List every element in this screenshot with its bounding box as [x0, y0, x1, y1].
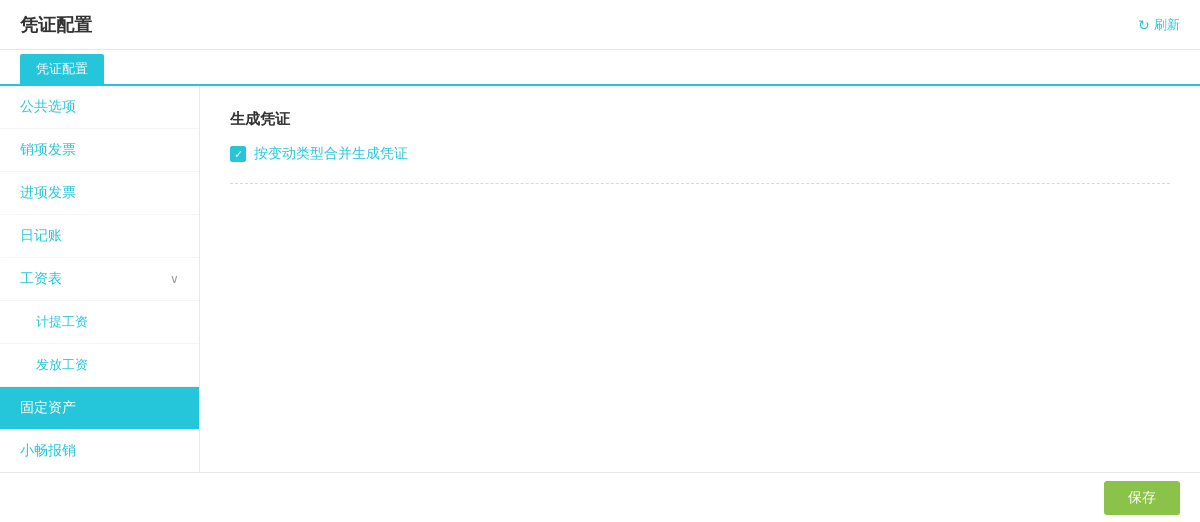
page-footer: 保存 — [0, 472, 1200, 522]
refresh-icon: ↻ — [1138, 17, 1150, 33]
page-header: 凭证配置 ↻ 刷新 — [0, 0, 1200, 50]
checkbox-label[interactable]: 按变动类型合并生成凭证 — [254, 145, 408, 163]
sidebar-item-journal[interactable]: 日记账 — [0, 215, 199, 258]
sidebar-item-petty-expense[interactable]: 小畅报销 — [0, 430, 199, 472]
top-tabs: 凭证配置 — [0, 50, 1200, 86]
sidebar-item-fixed-assets[interactable]: 固定资产 — [0, 387, 199, 430]
sidebar-item-advance-salary[interactable]: 计提工资 — [0, 301, 199, 344]
content-area: 公共选项 销项发票 进项发票 日记账 工资表 ∨ 计提工资 发放工资 固定资 — [0, 86, 1200, 472]
sidebar-item-sales-invoice[interactable]: 销项发票 — [0, 129, 199, 172]
section-title: 生成凭证 — [230, 110, 1170, 129]
save-button[interactable]: 保存 — [1104, 481, 1180, 515]
checkmark-icon: ✓ — [234, 149, 243, 160]
sidebar: 公共选项 销项发票 进项发票 日记账 工资表 ∨ 计提工资 发放工资 固定资 — [0, 86, 200, 472]
sidebar-item-pay-salary[interactable]: 发放工资 — [0, 344, 199, 387]
merge-by-type-checkbox[interactable]: ✓ — [230, 146, 246, 162]
refresh-button[interactable]: ↻ 刷新 — [1138, 16, 1180, 34]
checkbox-row: ✓ 按变动类型合并生成凭证 — [230, 145, 1170, 163]
refresh-label: 刷新 — [1154, 16, 1180, 34]
section-divider — [230, 183, 1170, 184]
sidebar-item-purchase-invoice[interactable]: 进项发票 — [0, 172, 199, 215]
page-container: 凭证配置 ↻ 刷新 凭证配置 公共选项 销项发票 进项发票 日记账 — [0, 0, 1200, 522]
tab-voucher-config[interactable]: 凭证配置 — [20, 54, 104, 84]
chevron-down-icon: ∨ — [170, 272, 179, 286]
page-title: 凭证配置 — [20, 13, 92, 37]
sidebar-item-public-options[interactable]: 公共选项 — [0, 86, 199, 129]
sidebar-item-payroll-table[interactable]: 工资表 ∨ — [0, 258, 199, 301]
main-content: 生成凭证 ✓ 按变动类型合并生成凭证 — [200, 86, 1200, 472]
